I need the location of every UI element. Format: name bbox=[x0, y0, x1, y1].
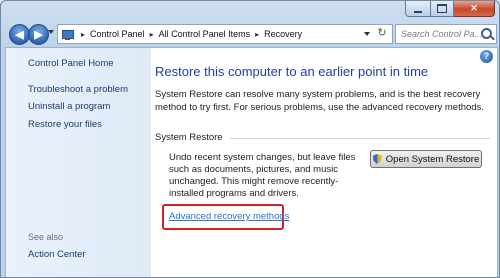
sidebar-item-uninstall[interactable]: Uninstall a program bbox=[28, 101, 110, 112]
control-panel-icon bbox=[62, 29, 76, 40]
forward-button[interactable]: ▶ bbox=[28, 24, 49, 45]
see-also-label: See also bbox=[28, 232, 64, 242]
sidebar-item-action-center[interactable]: Action Center bbox=[28, 249, 86, 260]
search-box[interactable]: Search Control Pa... bbox=[395, 24, 497, 44]
breadcrumb-separator-icon[interactable]: ▸ bbox=[150, 30, 154, 39]
refresh-icon[interactable]: ↻ bbox=[375, 26, 389, 40]
sidebar: Control Panel Home Troubleshoot a proble… bbox=[6, 48, 151, 277]
close-icon: ✕ bbox=[470, 3, 478, 13]
description-text: System Restore can resolve many system p… bbox=[155, 89, 484, 113]
help-icon[interactable]: ? bbox=[480, 50, 493, 63]
address-dropdown-icon[interactable] bbox=[364, 32, 370, 36]
recent-pages-dropdown-icon[interactable] bbox=[48, 30, 54, 34]
minimize-button[interactable] bbox=[405, 1, 431, 17]
back-arrow-icon: ◀ bbox=[15, 29, 24, 41]
breadcrumb-control-panel[interactable]: Control Panel bbox=[90, 29, 145, 39]
advanced-recovery-link[interactable]: Advanced recovery methods bbox=[169, 211, 289, 222]
sidebar-item-control-panel-home[interactable]: Control Panel Home bbox=[28, 58, 114, 69]
navigation-bar: ◀ ▶ ▸ Control Panel ▸ All Control Panel … bbox=[1, 22, 499, 46]
page-title: Restore this computer to an earlier poin… bbox=[155, 64, 429, 79]
minimize-icon bbox=[414, 10, 422, 13]
system-restore-description: Undo recent system changes, but leave fi… bbox=[169, 152, 356, 199]
open-system-restore-label: Open System Restore bbox=[385, 153, 480, 165]
breadcrumb-separator-icon[interactable]: ▸ bbox=[81, 30, 85, 39]
maximize-icon bbox=[437, 4, 447, 13]
forward-arrow-icon: ▶ bbox=[34, 29, 43, 41]
breadcrumb-all-items[interactable]: All Control Panel Items bbox=[159, 29, 251, 39]
maximize-button[interactable] bbox=[431, 1, 454, 17]
breadcrumb-recovery[interactable]: Recovery bbox=[264, 29, 302, 39]
shield-icon bbox=[372, 154, 382, 164]
search-input[interactable]: Search Control Pa... bbox=[401, 29, 482, 39]
caption-buttons: ✕ bbox=[405, 1, 495, 17]
group-label: System Restore bbox=[155, 132, 223, 143]
back-button[interactable]: ◀ bbox=[9, 24, 30, 45]
content-area: Control Panel Home Troubleshoot a proble… bbox=[5, 47, 498, 277]
breadcrumb-separator-icon[interactable]: ▸ bbox=[255, 30, 259, 39]
close-button[interactable]: ✕ bbox=[454, 1, 495, 17]
group-divider bbox=[230, 138, 490, 139]
window: ✕ ◀ ▶ ▸ Control Panel ▸ All Control Pane… bbox=[0, 0, 500, 278]
address-bar[interactable]: ▸ Control Panel ▸ All Control Panel Item… bbox=[57, 24, 393, 44]
open-system-restore-button[interactable]: Open System Restore bbox=[370, 150, 482, 168]
search-icon[interactable] bbox=[481, 28, 492, 39]
sidebar-item-troubleshoot[interactable]: Troubleshoot a problem bbox=[28, 84, 128, 95]
sidebar-item-restore-files[interactable]: Restore your files bbox=[28, 119, 102, 130]
